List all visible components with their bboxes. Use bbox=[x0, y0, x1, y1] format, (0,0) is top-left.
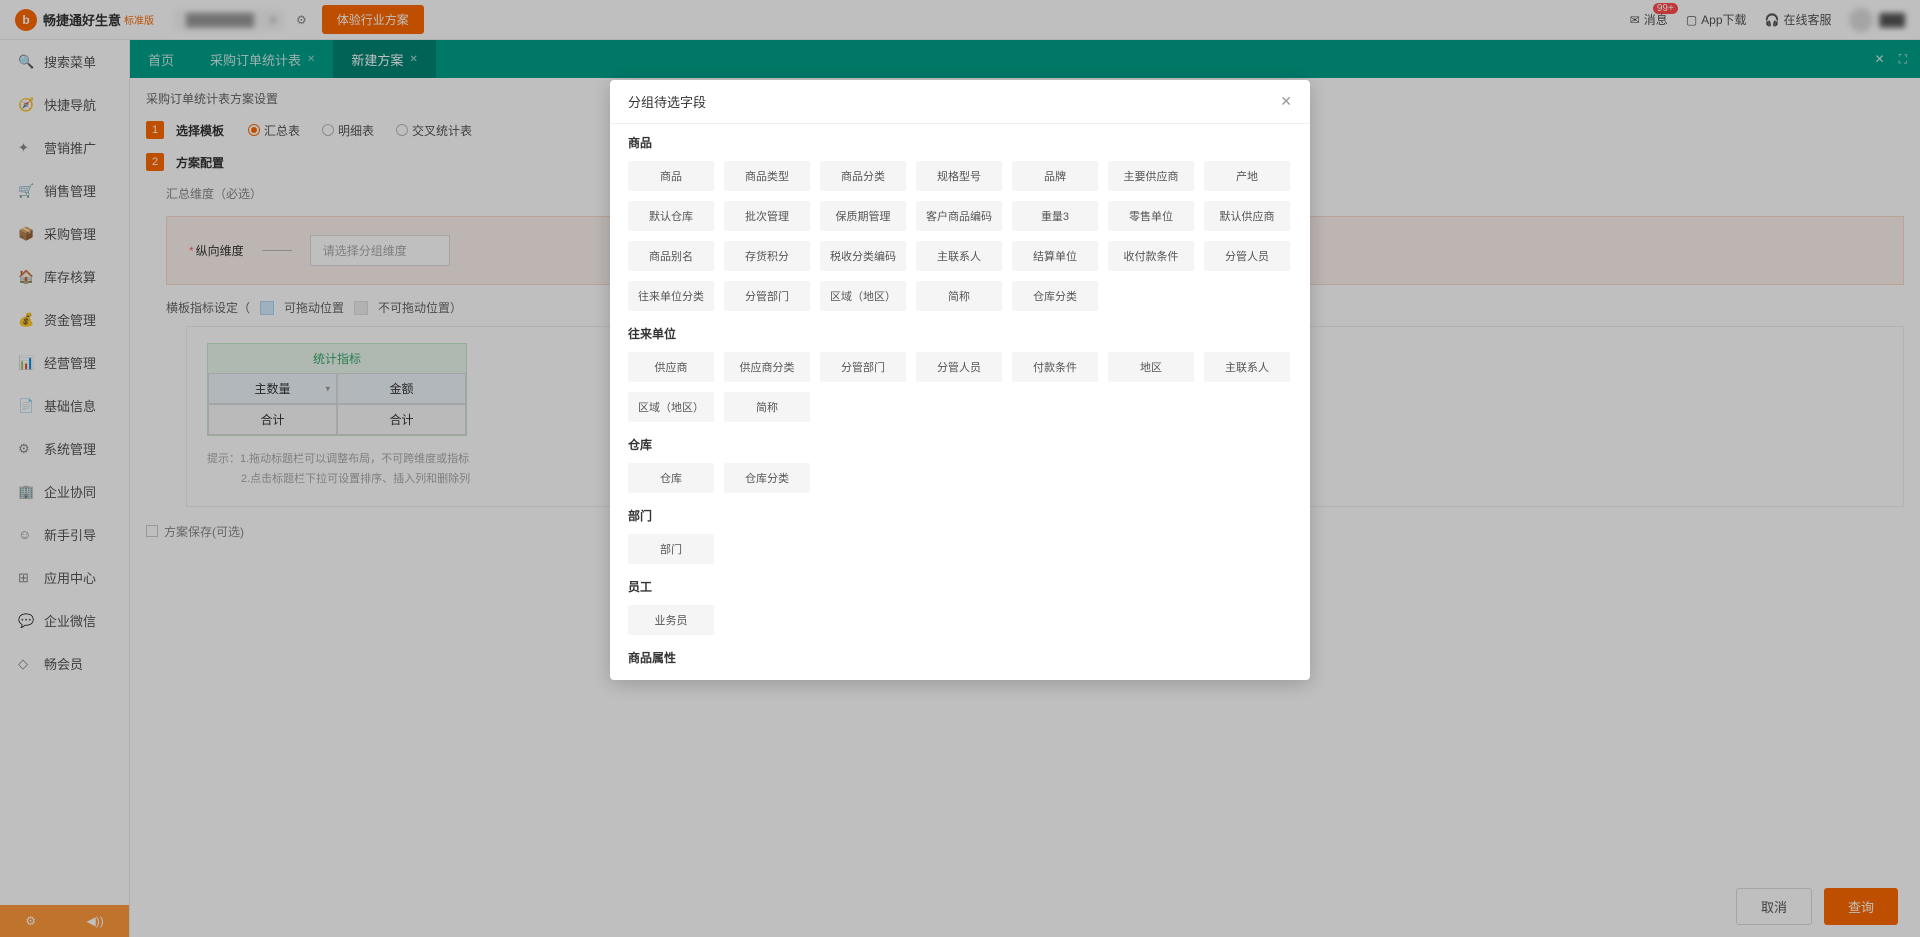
field-group-title: 商品 bbox=[628, 134, 1304, 151]
field-group-3: 部门部门 bbox=[628, 507, 1304, 564]
field-tag[interactable]: 商品别名 bbox=[628, 241, 714, 271]
field-tags: 供应商供应商分类分管部门分管人员付款条件地区主联系人区域（地区） 简称 bbox=[628, 352, 1304, 422]
field-tag[interactable]: 主联系人 bbox=[916, 241, 1002, 271]
field-tag[interactable]: 默认仓库 bbox=[628, 201, 714, 231]
field-tag[interactable]: 地区 bbox=[1108, 352, 1194, 382]
field-group-title: 部门 bbox=[628, 507, 1304, 524]
field-tag[interactable]: 供应商分类 bbox=[724, 352, 810, 382]
field-tag[interactable]: 主要供应商 bbox=[1108, 161, 1194, 191]
modal-hscrollbar[interactable] bbox=[614, 668, 1306, 676]
field-group-4: 员工业务员 bbox=[628, 578, 1304, 635]
field-tag[interactable]: 规格型号 bbox=[916, 161, 1002, 191]
field-tag[interactable]: 简称 bbox=[916, 281, 1002, 311]
field-tag[interactable]: 供应商 bbox=[628, 352, 714, 382]
field-group-title: 员工 bbox=[628, 578, 1304, 595]
field-tag[interactable]: 品牌 bbox=[1012, 161, 1098, 191]
field-tag[interactable]: 税收分类编码 bbox=[820, 241, 906, 271]
field-tag[interactable]: 仓库分类 bbox=[724, 463, 810, 493]
modal-mask: 分组待选字段 ✕ 商品商品商品类型商品分类规格型号品牌主要供应商产地默认仓库批次… bbox=[0, 0, 1920, 937]
field-tag[interactable]: 收付款条件 bbox=[1108, 241, 1194, 271]
field-tags: 业务员 bbox=[628, 605, 1304, 635]
field-selector-modal: 分组待选字段 ✕ 商品商品商品类型商品分类规格型号品牌主要供应商产地默认仓库批次… bbox=[610, 80, 1310, 680]
field-tag[interactable]: 保质期管理 bbox=[820, 201, 906, 231]
field-group-2: 仓库仓库仓库分类 bbox=[628, 436, 1304, 493]
field-group-0: 商品商品商品类型商品分类规格型号品牌主要供应商产地默认仓库批次管理保质期管理客户… bbox=[628, 134, 1304, 311]
field-tag[interactable]: 仓库 bbox=[628, 463, 714, 493]
field-tag[interactable]: 付款条件 bbox=[1012, 352, 1098, 382]
field-tag[interactable]: 简称 bbox=[724, 392, 810, 422]
field-tag[interactable]: 分管人员 bbox=[916, 352, 1002, 382]
field-tag[interactable]: 默认供应商 bbox=[1204, 201, 1290, 231]
field-tag[interactable]: 重量3 bbox=[1012, 201, 1098, 231]
modal-body[interactable]: 商品商品商品类型商品分类规格型号品牌主要供应商产地默认仓库批次管理保质期管理客户… bbox=[610, 124, 1310, 668]
field-tag[interactable]: 客户商品编码 bbox=[916, 201, 1002, 231]
field-tag[interactable]: 批次管理 bbox=[724, 201, 810, 231]
field-group-title: 商品属性 bbox=[628, 649, 1304, 666]
close-icon[interactable]: ✕ bbox=[1280, 93, 1292, 110]
field-tag[interactable]: 业务员 bbox=[628, 605, 714, 635]
field-tag[interactable]: 区域（地区） bbox=[820, 281, 906, 311]
modal-header: 分组待选字段 ✕ bbox=[610, 80, 1310, 124]
field-tag[interactable]: 商品分类 bbox=[820, 161, 906, 191]
field-tag[interactable]: 零售单位 bbox=[1108, 201, 1194, 231]
field-tag[interactable]: 仓库分类 bbox=[1012, 281, 1098, 311]
field-group-5: 商品属性属性颜色多规格尺码鞋码1 bbox=[628, 649, 1304, 668]
field-group-title: 仓库 bbox=[628, 436, 1304, 453]
field-tags: 部门 bbox=[628, 534, 1304, 564]
field-tag[interactable]: 分管部门 bbox=[820, 352, 906, 382]
field-tag[interactable]: 区域（地区） bbox=[628, 392, 714, 422]
field-tag[interactable]: 结算单位 bbox=[1012, 241, 1098, 271]
field-tag[interactable]: 商品 bbox=[628, 161, 714, 191]
field-tag[interactable]: 往来单位分类 bbox=[628, 281, 714, 311]
field-tags: 商品商品类型商品分类规格型号品牌主要供应商产地默认仓库批次管理保质期管理客户商品… bbox=[628, 161, 1304, 311]
field-group-title: 往来单位 bbox=[628, 325, 1304, 342]
field-tag[interactable]: 分管部门 bbox=[724, 281, 810, 311]
field-tag[interactable]: 主联系人 bbox=[1204, 352, 1290, 382]
field-tags: 仓库仓库分类 bbox=[628, 463, 1304, 493]
field-tag[interactable]: 部门 bbox=[628, 534, 714, 564]
field-tag[interactable]: 分管人员 bbox=[1204, 241, 1290, 271]
field-tag[interactable]: 存货积分 bbox=[724, 241, 810, 271]
field-tag[interactable]: 产地 bbox=[1204, 161, 1290, 191]
field-tag[interactable]: 商品类型 bbox=[724, 161, 810, 191]
field-group-1: 往来单位供应商供应商分类分管部门分管人员付款条件地区主联系人区域（地区） 简称 bbox=[628, 325, 1304, 422]
modal-title: 分组待选字段 bbox=[628, 92, 706, 111]
